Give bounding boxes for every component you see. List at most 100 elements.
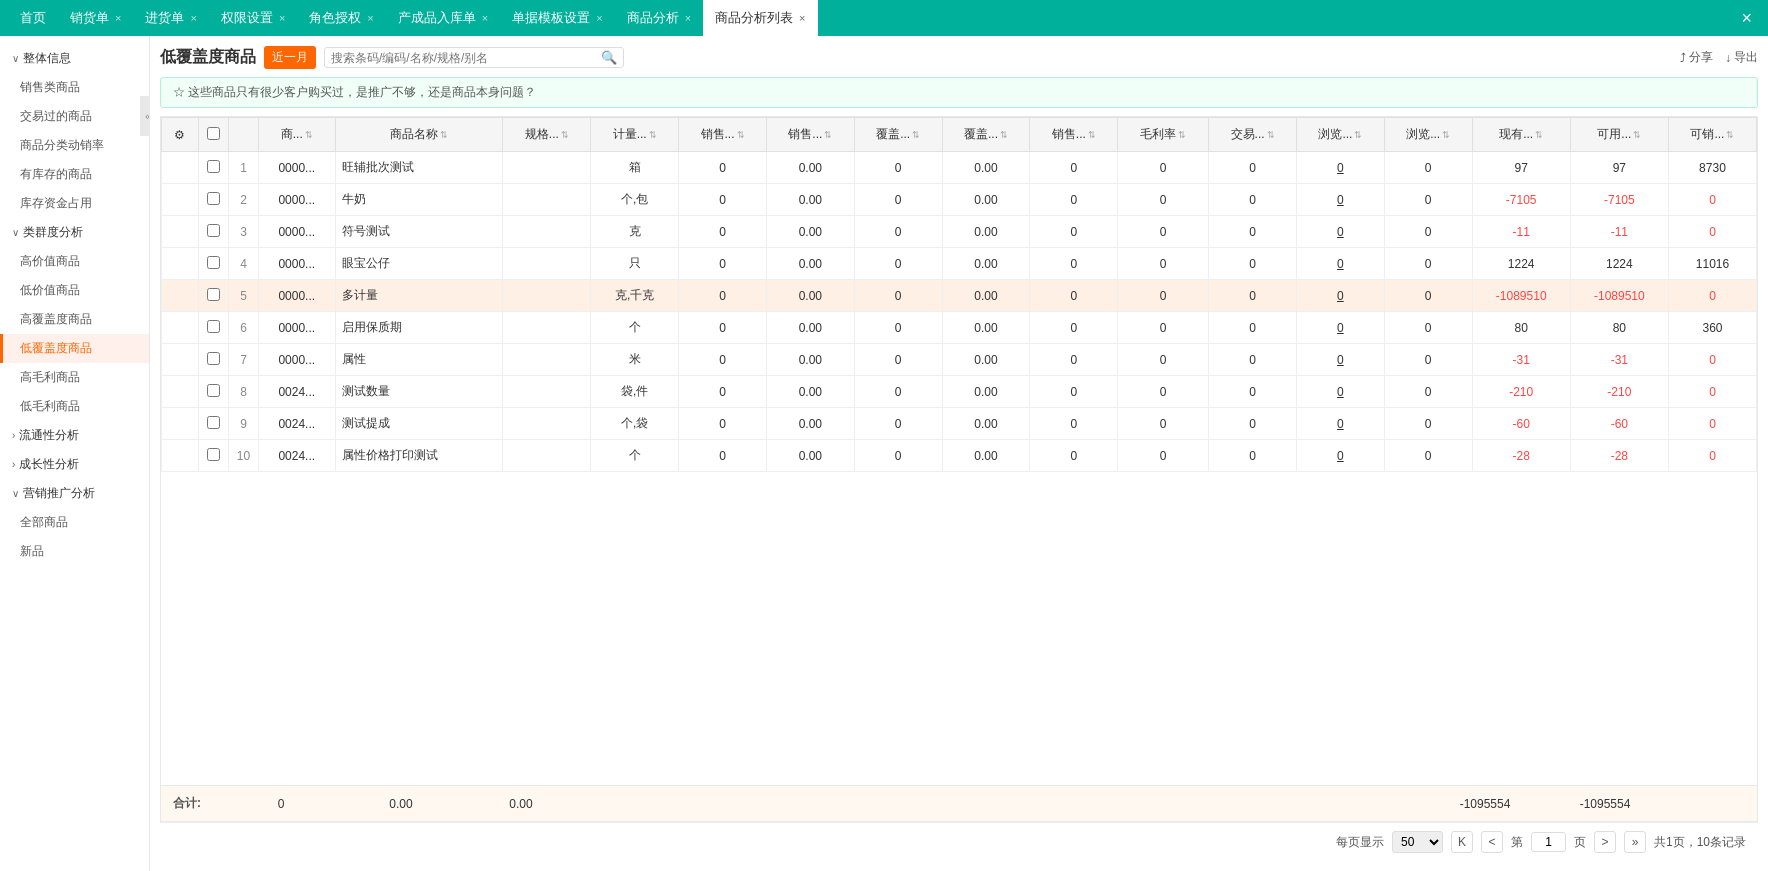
- footer-label: 合计:: [173, 795, 201, 812]
- first-page-button[interactable]: K: [1451, 831, 1473, 853]
- sidebar-collapse-button[interactable]: «: [140, 96, 150, 136]
- row-checkbox[interactable]: [207, 160, 220, 173]
- footer-sales-amt: 0.00: [361, 797, 441, 811]
- period-button[interactable]: 近一月: [264, 46, 316, 69]
- browse-link[interactable]: 0: [1337, 289, 1344, 303]
- browse-link[interactable]: 0: [1337, 225, 1344, 239]
- nav-product-analysis[interactable]: 商品分析 ×: [615, 0, 703, 36]
- nav-sales-order[interactable]: 销货单 ×: [58, 0, 133, 36]
- table-body: 10000...旺辅批次测试箱00.0000.00000009797873020…: [162, 152, 1757, 472]
- col-sales2[interactable]: 销售...⇅: [1030, 118, 1118, 152]
- table-row: 10000...旺辅批次测试箱00.0000.000000097978730: [162, 152, 1757, 184]
- close-icon[interactable]: ×: [482, 12, 488, 24]
- sidebar-section-overall[interactable]: ∨ 整体信息: [0, 44, 149, 73]
- close-icon[interactable]: ×: [799, 12, 805, 24]
- next-page-button[interactable]: >: [1594, 831, 1616, 853]
- row-checkbox[interactable]: [207, 448, 220, 461]
- footer-current: -1095554: [1445, 797, 1525, 811]
- chevron-right-icon: ›: [12, 430, 15, 441]
- last-page-button[interactable]: »: [1624, 831, 1646, 853]
- nav-product-analysis-list[interactable]: 商品分析列表 ×: [703, 0, 817, 36]
- sidebar-section-growth[interactable]: › 成长性分析: [0, 450, 149, 479]
- nav-role-auth[interactable]: 角色授权 ×: [297, 0, 385, 36]
- sidebar-item-high-coverage[interactable]: 高覆盖度商品: [0, 305, 149, 334]
- search-input[interactable]: [331, 51, 601, 65]
- col-sellable[interactable]: 可销...⇅: [1668, 118, 1756, 152]
- col-sales-qty[interactable]: 销售...⇅: [679, 118, 767, 152]
- sidebar-item-category-sales-rate[interactable]: 商品分类动销率: [0, 131, 149, 160]
- data-table-wrapper[interactable]: ⚙ 商...⇅ 商品名称⇅ 规格...⇅ 计量...⇅ 销售...⇅ 销售...…: [160, 116, 1758, 786]
- col-browse2[interactable]: 浏览...⇅: [1384, 118, 1472, 152]
- sidebar-item-sales-goods[interactable]: 销售类商品: [0, 73, 149, 102]
- close-icon[interactable]: ×: [190, 12, 196, 24]
- col-settings[interactable]: ⚙: [162, 118, 199, 152]
- share-button[interactable]: ⤴ 分享: [1680, 49, 1713, 66]
- col-gross[interactable]: 毛利率⇅: [1118, 118, 1209, 152]
- col-trade[interactable]: 交易...⇅: [1209, 118, 1297, 152]
- sidebar-item-stocked-goods[interactable]: 有库存的商品: [0, 160, 149, 189]
- col-cover1[interactable]: 覆盖...⇅: [854, 118, 942, 152]
- close-icon[interactable]: ×: [115, 12, 121, 24]
- browse-link[interactable]: 0: [1337, 417, 1344, 431]
- close-icon[interactable]: ×: [367, 12, 373, 24]
- nav-close-all[interactable]: ×: [1733, 8, 1760, 29]
- sidebar-item-new-goods[interactable]: 新品: [0, 537, 149, 566]
- col-spec[interactable]: 规格...⇅: [503, 118, 591, 152]
- nav-purchase-order[interactable]: 进货单 ×: [133, 0, 208, 36]
- nav-template-settings[interactable]: 单据模板设置 ×: [500, 0, 614, 36]
- col-checkbox[interactable]: [198, 118, 228, 152]
- close-icon[interactable]: ×: [685, 12, 691, 24]
- close-icon[interactable]: ×: [279, 12, 285, 24]
- browse-link[interactable]: 0: [1337, 449, 1344, 463]
- col-cover2[interactable]: 覆盖...⇅: [942, 118, 1030, 152]
- table-footer: 合计: 0 0.00 0.00 -1095554 -1095554: [160, 786, 1758, 822]
- sidebar-item-high-value[interactable]: 高价值商品: [0, 247, 149, 276]
- nav-home[interactable]: 首页: [8, 0, 58, 36]
- browse-link[interactable]: 0: [1337, 161, 1344, 175]
- col-unit[interactable]: 计量...⇅: [591, 118, 679, 152]
- row-checkbox[interactable]: [207, 192, 220, 205]
- header-actions: ⤴ 分享 ↓ 导出: [1680, 49, 1758, 66]
- sidebar-section-cluster[interactable]: ∨ 类群度分析: [0, 218, 149, 247]
- prev-page-button[interactable]: <: [1481, 831, 1503, 853]
- col-current[interactable]: 现有...⇅: [1472, 118, 1570, 152]
- main-layout: « ∨ 整体信息 销售类商品 交易过的商品 商品分类动销率 有库存的商品 库存资…: [0, 36, 1768, 871]
- sidebar-item-high-margin[interactable]: 高毛利商品: [0, 363, 149, 392]
- chevron-down-icon: ∨: [12, 53, 19, 64]
- sidebar-item-all-goods[interactable]: 全部商品: [0, 508, 149, 537]
- col-name[interactable]: 商品名称⇅: [335, 118, 503, 152]
- page-input[interactable]: [1531, 832, 1566, 852]
- row-checkbox[interactable]: [207, 288, 220, 301]
- sidebar-item-low-margin[interactable]: 低毛利商品: [0, 392, 149, 421]
- row-checkbox[interactable]: [207, 416, 220, 429]
- per-page-select[interactable]: 50 100 200: [1392, 831, 1443, 853]
- sidebar-item-traded-goods[interactable]: 交易过的商品: [0, 102, 149, 131]
- col-browse1[interactable]: 浏览...⇅: [1296, 118, 1384, 152]
- browse-link[interactable]: 0: [1337, 257, 1344, 271]
- sidebar: « ∨ 整体信息 销售类商品 交易过的商品 商品分类动销率 有库存的商品 库存资…: [0, 36, 150, 871]
- sidebar-item-inventory-capital[interactable]: 库存资金占用: [0, 189, 149, 218]
- col-sales-amt[interactable]: 销售...⇅: [766, 118, 854, 152]
- table-row: 90024...测试提成个,袋00.0000.0000000-60-600: [162, 408, 1757, 440]
- row-checkbox[interactable]: [207, 320, 220, 333]
- browse-link[interactable]: 0: [1337, 353, 1344, 367]
- export-button[interactable]: ↓ 导出: [1725, 49, 1758, 66]
- select-all-checkbox[interactable]: [207, 127, 220, 140]
- nav-permission-settings[interactable]: 权限设置 ×: [209, 0, 297, 36]
- browse-link[interactable]: 0: [1337, 193, 1344, 207]
- sidebar-section-marketing[interactable]: ∨ 营销推广分析: [0, 479, 149, 508]
- sidebar-item-low-coverage[interactable]: 低覆盖度商品: [0, 334, 149, 363]
- nav-product-warehouse[interactable]: 产成品入库单 ×: [386, 0, 500, 36]
- browse-link[interactable]: 0: [1337, 385, 1344, 399]
- browse-link[interactable]: 0: [1337, 321, 1344, 335]
- col-available[interactable]: 可用...⇅: [1570, 118, 1668, 152]
- sidebar-item-low-value[interactable]: 低价值商品: [0, 276, 149, 305]
- row-checkbox[interactable]: [207, 384, 220, 397]
- sidebar-section-circulation[interactable]: › 流通性分析: [0, 421, 149, 450]
- close-icon[interactable]: ×: [596, 12, 602, 24]
- col-code[interactable]: 商...⇅: [258, 118, 335, 152]
- row-checkbox[interactable]: [207, 224, 220, 237]
- row-checkbox[interactable]: [207, 352, 220, 365]
- page-suffix: 页: [1574, 834, 1586, 851]
- row-checkbox[interactable]: [207, 256, 220, 269]
